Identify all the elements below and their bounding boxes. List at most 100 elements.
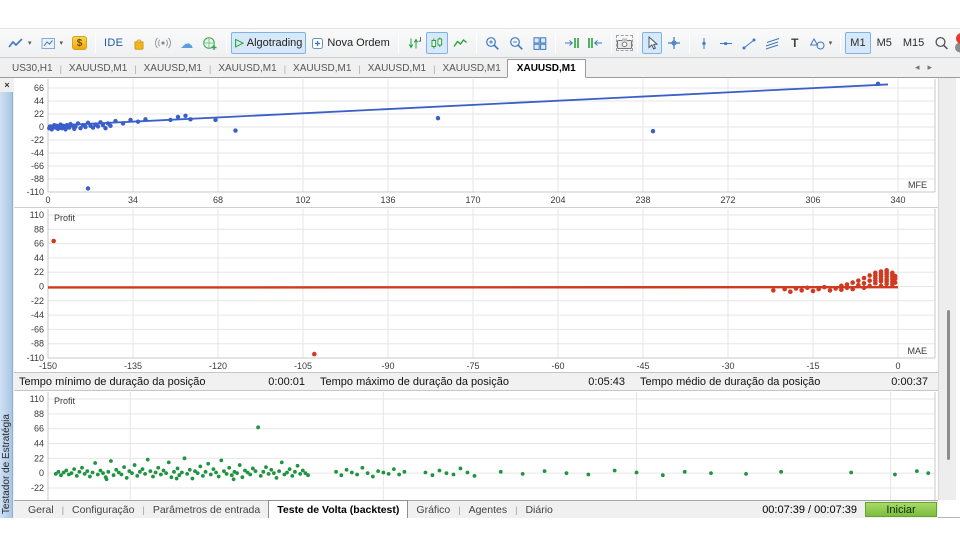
tester-tab-agentes-5[interactable]: Agentes — [461, 502, 516, 518]
chevron-down-icon: ▾ — [828, 40, 833, 47]
tester-tab-teste-de-volta-backtest-3[interactable]: Teste de Volta (backtest) — [268, 500, 409, 518]
timeframe-m15-button[interactable]: M15 — [898, 32, 929, 54]
zoom-out-icon — [509, 37, 523, 50]
svg-text:340: 340 — [890, 195, 905, 205]
tester-tab-par-metros-de-entrada-2[interactable]: Parâmetros de entrada — [145, 502, 268, 518]
text-tool-button[interactable]: T — [785, 32, 805, 54]
new-order-button[interactable]: Nova Ordem — [307, 32, 393, 54]
line-chart-icon — [8, 37, 23, 47]
tester-tab-di-rio-6[interactable]: Diário — [517, 502, 560, 518]
svg-text:110: 110 — [30, 394, 44, 404]
crosshair-tool-button[interactable] — [663, 32, 685, 54]
search-button[interactable] — [930, 32, 953, 54]
horizontal-line-icon — [719, 41, 732, 45]
shapes-icon — [809, 37, 825, 49]
chart-tab-xauusd-m1-4[interactable]: XAUUSD,M1 — [287, 60, 357, 77]
tester-tab-gr-fico-4[interactable]: Gráfico — [408, 502, 458, 518]
shapes-tool-button[interactable]: ▾ — [806, 32, 837, 54]
chart-profile-button[interactable]: ▾ — [37, 32, 68, 54]
algotrading-label: Algotrading — [246, 37, 303, 49]
svg-text:-44: -44 — [31, 148, 44, 158]
algotrading-button[interactable]: ▷ Algotrading — [231, 32, 307, 54]
svg-text:-135: -135 — [124, 361, 142, 371]
svg-text:MFE: MFE — [908, 180, 927, 190]
dollar-icon: $ — [72, 36, 88, 50]
tester-tab-configura-o-1[interactable]: Configuração — [64, 502, 142, 518]
screenshot-button[interactable] — [615, 35, 633, 51]
svg-text:66: 66 — [34, 83, 44, 93]
trendline-tool-button[interactable] — [738, 32, 760, 54]
svg-text:0: 0 — [39, 468, 44, 478]
market-watch-button[interactable]: $ — [68, 32, 91, 54]
auto-scroll-button[interactable] — [560, 32, 583, 54]
chart-shift-button[interactable] — [584, 32, 607, 54]
cursor-icon — [648, 36, 658, 50]
candlestick-style-button[interactable] — [425, 32, 448, 54]
svg-text:MAE: MAE — [907, 346, 927, 356]
stat-value: 0:05:43 — [588, 375, 625, 388]
svg-text:-22: -22 — [31, 296, 44, 306]
close-icon[interactable]: × — [0, 78, 14, 92]
timeframe-group: M1 M5 M15 — [845, 32, 929, 54]
notification-badge: 1 — [956, 33, 960, 44]
chart-tab-us30-h1-0[interactable]: US30,H1 — [6, 60, 59, 77]
new-chart-button[interactable]: ▾ — [4, 32, 36, 54]
mae-chart-canvas: 110886644220-22-44-66-88-110-150 -135 -120… — [27, 209, 936, 371]
chart-tab-xauusd-m1-2[interactable]: XAUUSD,M1 — [138, 60, 208, 77]
bar-chart-style-button[interactable]: 1 — [403, 32, 425, 54]
search-icon — [935, 36, 949, 50]
chart-tab-xauusd-m1-6[interactable]: XAUUSD,M1 — [436, 60, 506, 77]
community-globe-icon — [203, 37, 217, 50]
timeframe-m5-button[interactable]: M5 — [872, 32, 897, 54]
scrollbar-thumb[interactable] — [947, 310, 950, 460]
svg-text:66: 66 — [34, 424, 44, 434]
horizontal-line-tool-button[interactable] — [715, 32, 737, 54]
toolbar-separator — [95, 33, 97, 53]
chart-tab-xauusd-m1-7[interactable]: XAUUSD,M1 — [506, 59, 586, 78]
market-store-button[interactable] — [128, 32, 150, 54]
vertical-scrollbar[interactable] — [938, 78, 956, 500]
svg-text:0: 0 — [895, 361, 900, 371]
profit-chart: 110 88 66 44 22 0 -22 Profit — [14, 391, 938, 500]
svg-text:110: 110 — [30, 210, 44, 220]
community-button[interactable] — [198, 32, 222, 54]
svg-text:22: 22 — [34, 109, 44, 119]
cursor-tool-button[interactable] — [641, 32, 662, 54]
svg-text:-120: -120 — [209, 361, 227, 371]
cloud-button[interactable]: ☁ — [176, 32, 197, 54]
chart-profile-icon — [41, 37, 55, 49]
chevron-down-icon: ▾ — [59, 40, 64, 47]
svg-text:204: 204 — [550, 195, 565, 205]
shopping-bag-icon — [134, 39, 144, 50]
start-button[interactable]: Iniciar — [865, 502, 937, 517]
mae-chart: 110 88 66 44 22 0 -22 -44 -66 -88 -110 -150 -135 -120… — [14, 207, 938, 372]
tile-windows-button[interactable] — [529, 32, 551, 54]
chevron-down-icon: ▾ — [28, 40, 32, 47]
zoom-out-button[interactable] — [505, 32, 528, 54]
chart-tab-xauusd-m1-1[interactable]: XAUUSD,M1 — [63, 60, 133, 77]
signals-button[interactable] — [151, 32, 175, 54]
toolbar-separator — [397, 33, 399, 53]
stat-label: Tempo mínimo de duração da posição — [19, 375, 206, 388]
chart-tab-xauusd-m1-5[interactable]: XAUUSD,M1 — [362, 60, 432, 77]
crosshair-icon — [667, 37, 680, 49]
svg-text:102: 102 — [295, 195, 310, 205]
zoom-in-button[interactable] — [481, 32, 504, 54]
vertical-line-tool-button[interactable] — [694, 32, 714, 54]
svg-text:Profit: Profit — [54, 396, 76, 406]
tab-scroll-right-icon[interactable]: ▸ — [927, 62, 932, 73]
tester-tab-geral-0[interactable]: Geral — [20, 502, 62, 518]
candlestick-icon — [431, 37, 442, 48]
notifications-button[interactable]: 1 — [954, 33, 960, 53]
svg-text:44: 44 — [34, 439, 44, 449]
line-chart-style-button[interactable] — [449, 32, 472, 54]
channel-tool-button[interactable] — [761, 32, 784, 54]
metatrader-window: ▾ ▾ $ IDE ☁ ▷ Algotrading Nova Ordem 1 T… — [0, 0, 960, 540]
tab-scroll-left-icon[interactable]: ◂ — [915, 62, 920, 73]
svg-text:-22: -22 — [31, 135, 44, 145]
svg-text:-22: -22 — [31, 483, 44, 493]
ide-button[interactable]: IDE — [100, 32, 127, 54]
chart-tab-xauusd-m1-3[interactable]: XAUUSD,M1 — [212, 60, 282, 77]
svg-text:-150: -150 — [39, 361, 57, 371]
timeframe-m1-button[interactable]: M1 — [845, 32, 871, 54]
